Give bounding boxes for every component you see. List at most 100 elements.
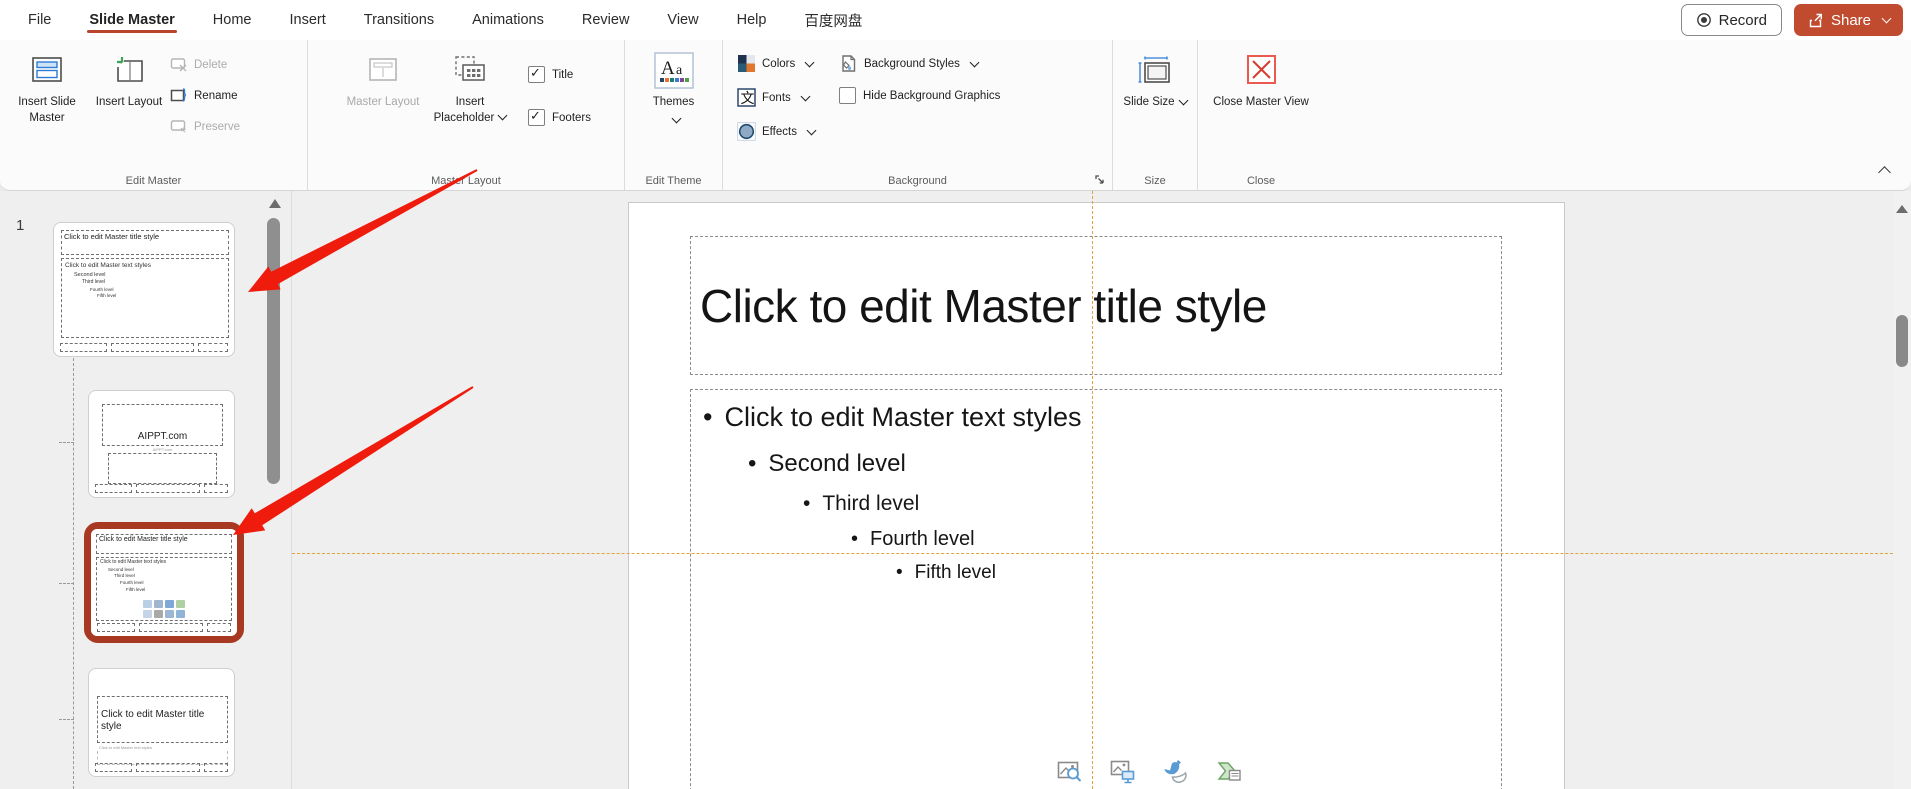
canvas-scrollbar-up-arrow[interactable] bbox=[1896, 205, 1908, 213]
effects-label: Effects bbox=[762, 125, 797, 138]
title-placeholder[interactable]: Click to edit Master title style bbox=[690, 236, 1502, 375]
ribbon-tabs: File Slide Master Home Insert Transition… bbox=[0, 1, 864, 40]
tab-transitions[interactable]: Transitions bbox=[362, 3, 436, 37]
layout-thumbnail-content-selected[interactable]: Click to edit Master title style Click t… bbox=[91, 529, 237, 636]
insert-slide-master-icon bbox=[30, 52, 64, 88]
rename-icon bbox=[170, 87, 187, 102]
record-icon bbox=[1696, 13, 1711, 27]
checkbox-checked-icon bbox=[528, 108, 545, 126]
thumb-title-text: Click to edit Master title style bbox=[101, 709, 205, 732]
layout-thumbnail-aippt[interactable]: AIPPT.com AIPPT.com bbox=[88, 390, 235, 498]
footers-checkbox[interactable]: Footers bbox=[528, 108, 591, 126]
insert-layout-button[interactable]: Insert Layout bbox=[88, 44, 170, 111]
thumb-bullet: Third level bbox=[82, 279, 106, 285]
thumb-footer-placeholders bbox=[95, 484, 228, 493]
vertical-guide[interactable] bbox=[1092, 191, 1093, 789]
thumb-title-text: Click to edit Master title style bbox=[64, 232, 160, 241]
thumb-title-text: Click to edit Master title style bbox=[99, 536, 188, 543]
group-edit-theme: A a Themes Edit Theme bbox=[624, 40, 722, 190]
fonts-label: Fonts bbox=[762, 91, 791, 104]
insert-icons-icon[interactable] bbox=[1162, 758, 1190, 786]
thumbnail-scrollbar-up-arrow[interactable] bbox=[269, 199, 281, 208]
thumbnail-scrollbar-thumb[interactable] bbox=[267, 218, 280, 484]
tab-baidu-netdisk[interactable]: 百度网盘 bbox=[802, 1, 864, 40]
insert-placeholder-button[interactable]: Insert Placeholder bbox=[424, 44, 516, 126]
checkbox-unchecked-icon bbox=[838, 87, 856, 104]
group-label-size: Size bbox=[1144, 175, 1166, 187]
horizontal-guide[interactable] bbox=[292, 553, 1893, 554]
layout-connector-stub bbox=[59, 583, 74, 584]
background-styles-button[interactable]: Background Styles bbox=[839, 53, 1000, 74]
master-layout-button: Master Layout bbox=[342, 44, 424, 111]
preserve-icon bbox=[170, 119, 186, 132]
layout-connector-stub bbox=[59, 719, 74, 720]
content-placeholder-icons: P bbox=[1056, 758, 1243, 789]
chevron-down-icon bbox=[1881, 13, 1892, 24]
bullet-level-3: Third level bbox=[691, 492, 1501, 516]
canvas-scrollbar-thumb[interactable] bbox=[1896, 315, 1908, 367]
hide-background-graphics-checkbox[interactable]: Hide Background Graphics bbox=[838, 87, 1000, 104]
insert-layout-icon bbox=[112, 52, 146, 88]
thumb-bullet: Fifth level bbox=[126, 586, 146, 592]
group-master-layout: Master Layout Insert Placeholder Title bbox=[307, 40, 624, 190]
tab-animations[interactable]: Animations bbox=[470, 3, 546, 37]
selected-layout-annotation-border: Click to edit Master title style Click t… bbox=[84, 522, 244, 643]
rename-label: Rename bbox=[194, 89, 238, 102]
workspace: 1 Click to edit Master title style Click… bbox=[0, 191, 1911, 789]
chevron-down-icon bbox=[671, 113, 681, 123]
tab-insert[interactable]: Insert bbox=[287, 3, 327, 37]
canvas-scrollbar[interactable] bbox=[1893, 191, 1911, 789]
layout-thumbnail-title[interactable]: Click to edit Master title style Click t… bbox=[88, 668, 235, 777]
menu-bar: File Slide Master Home Insert Transition… bbox=[0, 0, 1911, 41]
thumb-bullet: Click to edit Master text styles bbox=[65, 262, 151, 269]
preserve-button: Preserve bbox=[170, 116, 240, 137]
master-slide-thumbnail[interactable]: Click to edit Master title style Click t… bbox=[53, 222, 235, 357]
delete-label: Delete bbox=[194, 58, 228, 71]
effects-button[interactable]: Effects bbox=[737, 121, 817, 142]
collapse-ribbon-button[interactable] bbox=[1875, 162, 1891, 180]
body-placeholder[interactable]: Click to edit Master text styles Second … bbox=[690, 389, 1502, 789]
tab-home[interactable]: Home bbox=[211, 3, 254, 37]
layout-connector-stub bbox=[59, 442, 74, 443]
svg-text:A: A bbox=[661, 58, 675, 79]
fonts-button[interactable]: 文 Fonts bbox=[737, 87, 815, 108]
stock-image-icon[interactable] bbox=[1056, 758, 1084, 786]
share-icon bbox=[1809, 13, 1822, 27]
bullet-list: Click to edit Master text styles Second … bbox=[691, 390, 1501, 584]
slide-size-button[interactable]: Slide Size bbox=[1120, 44, 1190, 111]
group-background: Colors 文 Fonts Effects Background Styles… bbox=[722, 40, 1112, 190]
rename-button[interactable]: Rename bbox=[170, 85, 240, 106]
slide-number: 1 bbox=[16, 217, 25, 234]
tab-slide-master[interactable]: Slide Master bbox=[87, 3, 178, 37]
colors-button[interactable]: Colors bbox=[737, 53, 815, 74]
themes-button[interactable]: A a Themes bbox=[633, 44, 715, 123]
tab-review[interactable]: Review bbox=[580, 3, 632, 37]
thumb-title-text: AIPPT.com bbox=[137, 431, 188, 442]
insert-slide-master-button[interactable]: Insert Slide Master bbox=[6, 44, 88, 126]
pictures-icon[interactable] bbox=[1109, 758, 1137, 786]
chevron-down-icon bbox=[804, 57, 815, 67]
chevron-down-icon bbox=[969, 57, 980, 67]
master-layout-label: Master Layout bbox=[346, 96, 420, 108]
share-button[interactable]: Share bbox=[1793, 4, 1903, 36]
record-button[interactable]: Record bbox=[1680, 4, 1782, 36]
thumb-subtitle-text: Click to edit Master text styles bbox=[99, 745, 152, 750]
smartart-icon[interactable] bbox=[1215, 758, 1243, 786]
close-master-view-label: Close Master View bbox=[1213, 96, 1309, 108]
insert-slide-master-label: Insert Slide Master bbox=[18, 96, 76, 124]
background-styles-label: Background Styles bbox=[863, 57, 960, 70]
title-checkbox[interactable]: Title bbox=[528, 65, 591, 83]
tab-help[interactable]: Help bbox=[735, 3, 769, 37]
colors-icon bbox=[738, 55, 755, 72]
close-master-view-button[interactable]: Close Master View bbox=[1211, 44, 1311, 111]
layout-connector-line bbox=[73, 358, 74, 789]
themes-icon: A a bbox=[653, 51, 694, 89]
thumb-bullet: Fourth level bbox=[120, 580, 144, 585]
group-edit-master: Insert Slide Master Insert Layout Delete bbox=[0, 40, 307, 190]
tab-file[interactable]: File bbox=[26, 3, 53, 37]
delete-icon bbox=[170, 57, 187, 71]
chevron-down-icon bbox=[497, 111, 508, 121]
slide-thumbnail-panel: 1 Click to edit Master title style Click… bbox=[0, 191, 292, 789]
tab-view[interactable]: View bbox=[665, 3, 700, 37]
preserve-label: Preserve bbox=[194, 120, 241, 133]
